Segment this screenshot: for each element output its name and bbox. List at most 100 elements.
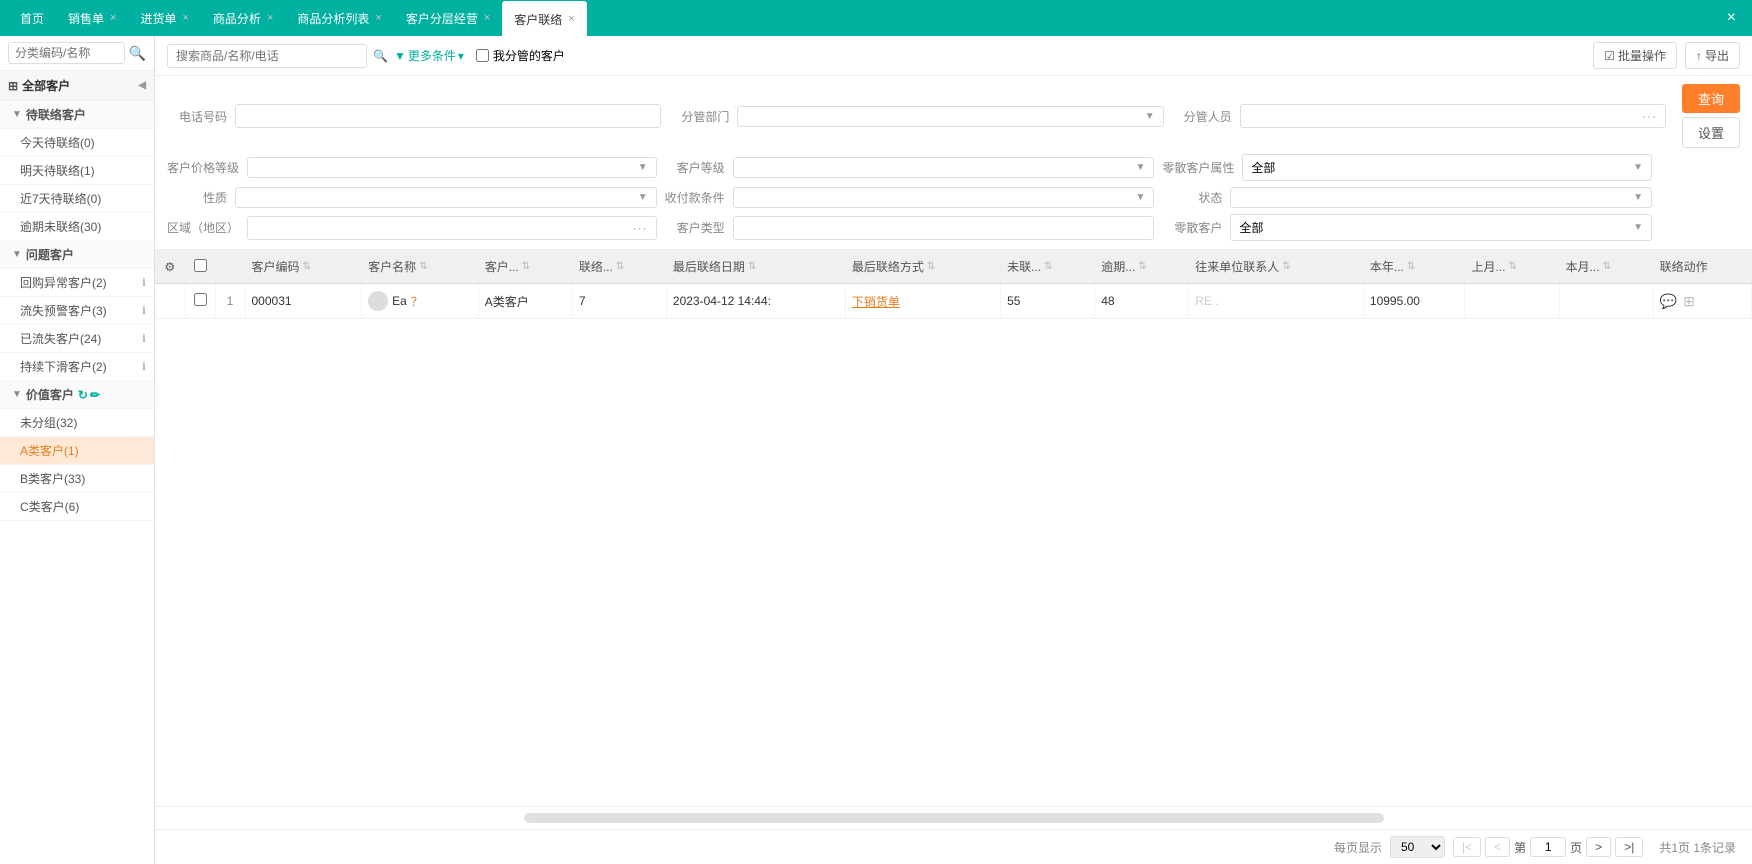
price-level-dropdown[interactable]: ▼ [247,157,657,178]
per-page-select[interactable]: 50 100 200 [1390,836,1445,858]
retail-attr-label: 零散客户属性 [1162,159,1234,176]
close-all-tabs[interactable]: × [1719,9,1744,27]
filter-manager: 分管人员 ··· [1172,104,1666,128]
sidebar-item-unclassified[interactable]: 未分组(32) [0,409,154,437]
td-name: Ea ？ [362,284,479,319]
close-tab-3[interactable]: × [375,12,381,24]
retail-customer-dropdown[interactable]: 全部 ▼ [1230,214,1652,241]
more-icon: ··· [633,221,648,235]
group-pending-contact[interactable]: ▼ 待联络客户 [0,101,154,129]
sidebar-item-class-c[interactable]: C类客户(6) [0,493,154,521]
settings-button[interactable]: 设置 [1682,117,1740,148]
my-customers-checkbox-label[interactable]: 我分管的客户 [476,47,565,64]
nav-tab-4[interactable]: 客户分层经营 × [394,0,502,36]
th-level: 客户... ⇅ [478,250,572,284]
page-label: 第 [1514,839,1526,856]
group-problem-customers[interactable]: ▼ 问题客户 [0,241,154,269]
th-overdue: 逾期... ⇅ [1095,250,1189,284]
last-method-link[interactable]: 下销货单 [852,295,900,309]
batch-ops-button[interactable]: ☑ 批量操作 [1593,42,1677,69]
payment-dropdown[interactable]: ▼ [733,187,1155,208]
table-row: 1 000031 Ea ？ A [155,284,1752,319]
horizontal-scrollbar[interactable] [524,813,1384,823]
close-tab-0[interactable]: × [110,12,116,24]
first-page-btn[interactable]: |< [1453,837,1481,857]
status-dropdown[interactable]: ▼ [1230,187,1652,208]
nav-home[interactable]: 首页 [8,0,56,36]
td-this-year: 10995.00 [1363,284,1465,319]
sidebar-item-tomorrow[interactable]: 明天待联络(1) [0,157,154,185]
sidebar-item-overdue[interactable]: 逾期未联络(30) [0,213,154,241]
chevron-down-icon: ▼ [1145,111,1155,122]
last-page-btn[interactable]: >| [1615,837,1643,857]
sidebar-item-repurchase-abnormal[interactable]: 回购异常客户(2) ℹ [0,269,154,297]
checkbox-icon: ☑ [1604,49,1615,63]
refresh-icon[interactable]: ↻ [78,388,88,402]
customer-table: ⚙ 客户编码 ⇅ [155,250,1752,319]
customer-level-label: 客户等级 [665,159,725,176]
nav-tab-2[interactable]: 商品分析 × [201,0,285,36]
adv-filter-row-3: 性质 ▼ 收付款条件 ▼ 状态 [167,187,1740,208]
all-customers-header[interactable]: ⊞ 全部客户 ◀ [0,71,154,101]
edit-icon[interactable]: ✏ [90,388,100,402]
sidebar-item-class-a[interactable]: A类客户(1) [0,437,154,465]
search-input[interactable] [167,44,367,68]
nav-tab-1[interactable]: 进货单 × [128,0,200,36]
main-content: 🔍 ▼ 更多条件 ▾ 我分管的客户 ☑ 批量操作 ↑ 导出 [155,36,1752,864]
filter-retail-customer: 零散客户 全部 ▼ [1162,214,1652,241]
sidebar-item-today[interactable]: 今天待联络(0) [0,129,154,157]
customer-type-input[interactable] [733,216,1155,240]
nav-tab-5[interactable]: 客户联络 × [502,1,586,37]
close-tab-2[interactable]: × [267,12,273,24]
customer-level-dropdown[interactable]: ▼ [733,157,1155,178]
region-dropdown[interactable]: ··· [247,216,657,240]
nav-tab-0[interactable]: 销售单 × [56,0,128,36]
message-action-icon[interactable]: 💬 [1660,293,1677,310]
close-tab-5[interactable]: × [568,13,574,25]
page-number-input[interactable] [1530,837,1566,857]
td-not-contact: 55 [1001,284,1095,319]
more-icon: ··· [1642,109,1657,123]
sidebar-search-icon[interactable]: 🔍 [129,45,146,62]
sidebar-item-declining[interactable]: 持续下滑客户(2) ℹ [0,353,154,381]
sidebar-item-churned[interactable]: 已流失客户(24) ℹ [0,325,154,353]
row-checkbox[interactable] [194,293,207,306]
retail-attr-dropdown[interactable]: 全部 ▼ [1242,154,1652,181]
filter-bar: 🔍 ▼ 更多条件 ▾ 我分管的客户 ☑ 批量操作 ↑ 导出 [155,36,1752,76]
more-conditions-btn[interactable]: ▼ 更多条件 ▾ [394,47,464,64]
my-customers-checkbox[interactable] [476,49,489,62]
close-tab-1[interactable]: × [182,12,188,24]
nature-dropdown[interactable]: ▼ [235,187,657,208]
nav-tab-3[interactable]: 商品分析列表 × [285,0,393,36]
phone-input[interactable] [235,104,661,128]
sidebar-item-7days[interactable]: 近7天待联络(0) [0,185,154,213]
sort-icon: ⇅ [1407,261,1415,272]
td-gear [155,284,185,319]
grid-action-icon[interactable]: ⊞ [1683,293,1695,310]
gear-icon[interactable]: ⚙ [164,260,175,274]
manager-dropdown[interactable]: ··· [1240,104,1666,128]
chevron-down-icon: ▼ [638,162,648,173]
td-last-method: 下销货单 [845,284,1000,319]
search-icon[interactable]: 🔍 [373,49,388,63]
group-value-customers[interactable]: ▼ 价值客户 ↻ ✏ [0,381,154,409]
td-level: A类客户 [478,284,572,319]
export-button[interactable]: ↑ 导出 [1685,42,1740,69]
close-tab-4[interactable]: × [484,12,490,24]
select-all-checkbox[interactable] [194,259,207,272]
advanced-filter-panel: 电话号码 分管部门 ▼ 分管人员 ··· [155,76,1752,250]
sidebar-search-input[interactable] [8,42,125,64]
next-page-btn[interactable]: > [1586,837,1611,857]
filter-payment: 收付款条件 ▼ [665,187,1155,208]
sort-icon: ⇅ [616,261,624,272]
sidebar-item-class-b[interactable]: B类客户(33) [0,465,154,493]
collapse-sidebar-btn[interactable]: ◀ [138,80,146,91]
dept-dropdown[interactable]: ▼ [737,106,1163,127]
export-icon: ↑ [1696,49,1702,63]
adv-filter-row-1: 电话号码 分管部门 ▼ 分管人员 ··· [167,84,1740,148]
adv-filter-row-4: 区域（地区） ··· 客户类型 零散客户 全部 ▼ [167,214,1740,241]
th-actions: 联络动作 [1653,250,1751,284]
prev-page-btn[interactable]: < [1485,837,1510,857]
query-button[interactable]: 查询 [1682,84,1740,113]
sidebar-item-churn-warning[interactable]: 流失预警客户(3) ℹ [0,297,154,325]
